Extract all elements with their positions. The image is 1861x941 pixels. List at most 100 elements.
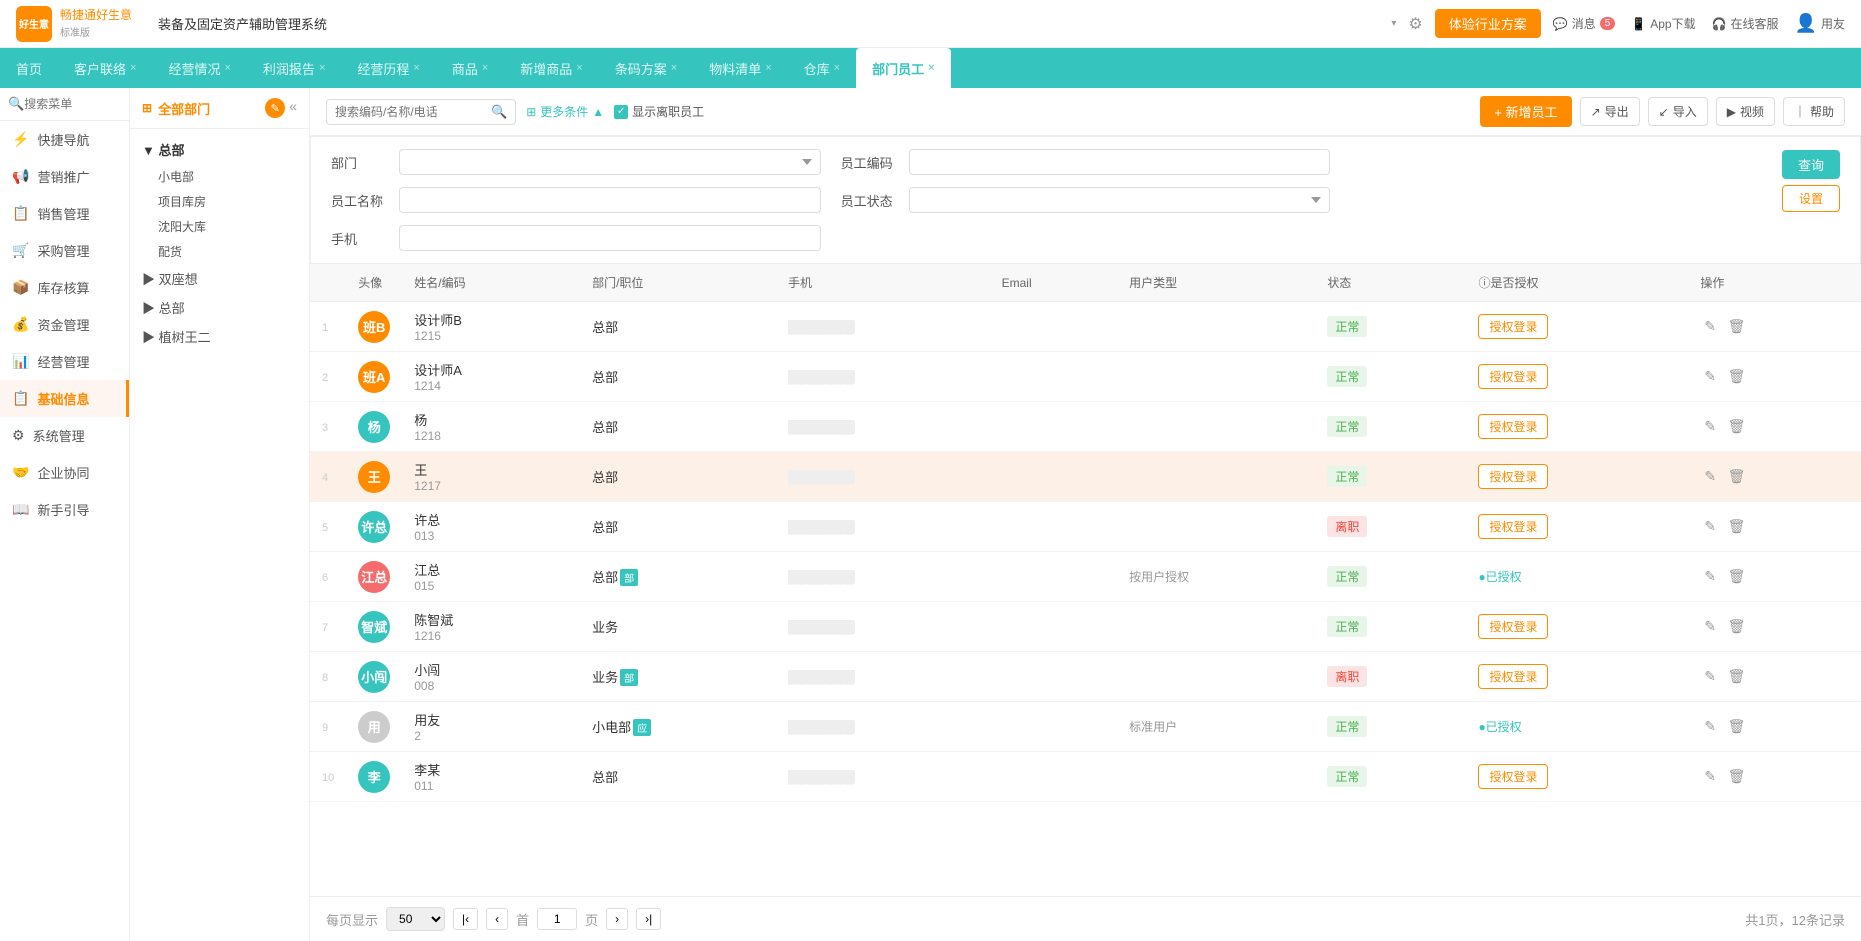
edit-btn[interactable]: ✎ xyxy=(1700,766,1720,787)
export-btn[interactable]: ↗ 导出 xyxy=(1580,97,1640,126)
search-emp-input[interactable] xyxy=(335,105,485,119)
nav-tab-首页[interactable]: 首页 xyxy=(0,48,58,88)
nav-tab-条码方案[interactable]: 条码方案× xyxy=(599,48,693,88)
delete-btn[interactable]: 🗑 xyxy=(1724,766,1750,787)
dept-node-xiangmukukuang[interactable]: 项目库房 xyxy=(150,189,309,214)
edit-btn[interactable]: ✎ xyxy=(1700,366,1720,387)
edit-btn[interactable]: ✎ xyxy=(1700,616,1720,637)
user-btn[interactable]: 👤 用友 xyxy=(1795,13,1845,34)
online-service-btn[interactable]: 🎧 在线客服 xyxy=(1712,15,1779,32)
edit-btn[interactable]: ✎ xyxy=(1700,466,1720,487)
message-btn[interactable]: 💬 消息 5 xyxy=(1553,15,1616,32)
tab-close-icon[interactable]: × xyxy=(224,62,230,74)
dept-select[interactable] xyxy=(399,149,821,175)
auth-login-btn[interactable]: 授权登录 xyxy=(1478,364,1548,389)
delete-btn[interactable]: 🗑 xyxy=(1724,716,1750,737)
sidebar-item-finance[interactable]: 💰 资金管理 xyxy=(0,306,129,343)
edit-btn[interactable]: ✎ xyxy=(1700,716,1720,737)
tab-close-icon[interactable]: × xyxy=(319,62,325,74)
query-btn[interactable]: 查询 xyxy=(1782,150,1840,179)
dept-node-shenyangdacheng[interactable]: 沈阳大库 xyxy=(150,214,309,239)
help-btn[interactable]: ｜ 帮助 xyxy=(1783,97,1845,126)
delete-btn[interactable]: 🗑 xyxy=(1724,466,1750,487)
nav-tab-部门员工[interactable]: 部门员工× xyxy=(856,48,950,88)
nav-tab-经营情况[interactable]: 经营情况× xyxy=(152,48,246,88)
app-download-btn[interactable]: 📱 App下载 xyxy=(1631,15,1695,32)
auth-login-btn[interactable]: 授权登录 xyxy=(1478,764,1548,789)
tab-close-icon[interactable]: × xyxy=(130,62,136,74)
sidebar-item-cooperation[interactable]: 🤝 企业协同 xyxy=(0,454,129,491)
sidebar-item-marketing[interactable]: 📢 营销推广 xyxy=(0,158,129,195)
tab-close-icon[interactable]: × xyxy=(765,62,771,74)
delete-btn[interactable]: 🗑 xyxy=(1724,316,1750,337)
sidebar-item-system[interactable]: ⚙ 系统管理 xyxy=(0,417,129,454)
auth-login-btn[interactable]: 授权登录 xyxy=(1478,464,1548,489)
per-page-select[interactable]: 50 100 xyxy=(386,907,445,931)
col-header-0[interactable] xyxy=(310,264,346,302)
import-btn[interactable]: ↙ 导入 xyxy=(1648,97,1708,126)
first-page-btn[interactable]: |‹ xyxy=(453,908,478,930)
sidebar-item-quick-nav[interactable]: ⚡ 快捷导航 xyxy=(0,121,129,158)
nav-tab-客户联络[interactable]: 客户联络× xyxy=(58,48,152,88)
dept-node-zongbu[interactable]: ▼ 总部小电部项目库房沈阳大库配货 xyxy=(130,135,309,264)
sys-title-dropdown-icon[interactable]: ▾ xyxy=(1391,18,1396,29)
collapse-panel-btn[interactable]: « xyxy=(289,98,297,118)
sidebar-item-basic-info[interactable]: 📋 基础信息 xyxy=(0,380,129,417)
sidebar-search[interactable]: 🔍 xyxy=(0,88,129,121)
exp-btn[interactable]: 体验行业方案 xyxy=(1435,9,1541,38)
delete-btn[interactable]: 🗑 xyxy=(1724,366,1750,387)
more-filter-btn[interactable]: ⊞ 更多条件 ▲ xyxy=(526,103,604,120)
nav-tab-新增商品[interactable]: 新增商品× xyxy=(504,48,598,88)
sidebar-item-operations[interactable]: 📊 经营管理 xyxy=(0,343,129,380)
auth-login-btn[interactable]: 授权登录 xyxy=(1478,414,1548,439)
delete-btn[interactable]: 🗑 xyxy=(1724,516,1750,537)
tab-close-icon[interactable]: × xyxy=(671,62,677,74)
auth-login-btn[interactable]: 授权登录 xyxy=(1478,664,1548,689)
tab-close-icon[interactable]: × xyxy=(482,62,488,74)
search-input[interactable] xyxy=(24,97,130,111)
edit-btn[interactable]: ✎ xyxy=(1700,416,1720,437)
edit-btn[interactable]: ✎ xyxy=(1700,666,1720,687)
sidebar-item-purchase[interactable]: 🛒 采购管理 xyxy=(0,232,129,269)
col-header-2[interactable]: 姓名/编码 xyxy=(402,264,580,302)
sidebar-item-inventory[interactable]: 📦 库存核算 xyxy=(0,269,129,306)
delete-btn[interactable]: 🗑 xyxy=(1724,666,1750,687)
next-page-btn[interactable]: › xyxy=(606,908,628,930)
nav-tab-利润报告[interactable]: 利润报告× xyxy=(247,48,341,88)
dept-node-peihuo[interactable]: 配货 xyxy=(150,239,309,264)
edit-btn[interactable]: ✎ xyxy=(1700,566,1720,587)
emp-code-input[interactable] xyxy=(909,149,1331,175)
emp-name-input[interactable] xyxy=(399,187,821,213)
emp-status-select[interactable] xyxy=(909,187,1331,213)
show-resigned-label[interactable]: ✓ 显示离职员工 xyxy=(614,103,704,120)
dept-node-xiaodianbu[interactable]: 小电部 xyxy=(150,164,309,189)
phone-input[interactable] xyxy=(399,225,821,251)
show-resigned-checkbox[interactable]: ✓ xyxy=(614,105,628,119)
nav-tab-经营历程[interactable]: 经营历程× xyxy=(341,48,435,88)
search-emp-icon[interactable]: 🔍 xyxy=(491,104,507,120)
tab-close-icon[interactable]: × xyxy=(576,62,582,74)
tab-close-icon[interactable]: × xyxy=(834,62,840,74)
nav-tab-物料清单[interactable]: 物料清单× xyxy=(693,48,787,88)
auth-login-btn[interactable]: 授权登录 xyxy=(1478,314,1548,339)
auth-login-btn[interactable]: 授权登录 xyxy=(1478,614,1548,639)
edit-dept-btn[interactable]: ✎ xyxy=(265,98,285,118)
prev-page-btn[interactable]: ‹ xyxy=(486,908,508,930)
edit-btn[interactable]: ✎ xyxy=(1700,516,1720,537)
delete-btn[interactable]: 🗑 xyxy=(1724,416,1750,437)
delete-btn[interactable]: 🗑 xyxy=(1724,566,1750,587)
nav-tab-商品[interactable]: 商品× xyxy=(436,48,504,88)
dept-node-shuangzuixiang[interactable]: ▶ 双座想 xyxy=(130,264,309,293)
tab-close-icon[interactable]: × xyxy=(928,62,934,74)
view-btn[interactable]: ▶ 视频 xyxy=(1716,97,1775,126)
search-box[interactable]: 🔍 xyxy=(326,99,516,125)
sidebar-item-sales[interactable]: 📋 销售管理 xyxy=(0,195,129,232)
add-emp-btn[interactable]: + 新增员工 xyxy=(1480,96,1571,127)
settings-icon[interactable]: ⚙ xyxy=(1408,14,1422,34)
col-header-1[interactable]: 头像 xyxy=(346,264,402,302)
dept-node-zongbu2[interactable]: ▶ 总部 xyxy=(130,293,309,322)
tab-close-icon[interactable]: × xyxy=(413,62,419,74)
dept-node-bomiuwanger[interactable]: ▶ 植树王二 xyxy=(130,322,309,351)
reset-btn[interactable]: 设置 xyxy=(1782,185,1840,212)
sidebar-item-guide[interactable]: 📖 新手引导 xyxy=(0,491,129,528)
